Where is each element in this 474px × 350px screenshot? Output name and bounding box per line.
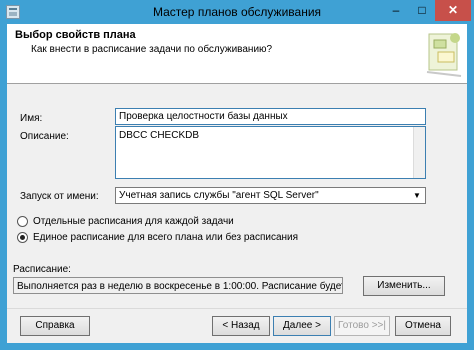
change-schedule-button[interactable]: Изменить...: [363, 276, 445, 296]
schedule-description: Выполняется раз в неделю в воскресенье в…: [13, 277, 343, 294]
close-button[interactable]: ✕: [435, 0, 471, 21]
radio-separate-schedules-label: Отдельные расписания для каждой задачи: [33, 216, 234, 227]
name-field[interactable]: Проверка целостности базы данных: [115, 108, 426, 125]
wizard-window: Мастер планов обслуживания – □ ✕ Выбор с…: [0, 0, 474, 350]
chevron-down-icon: ▼: [413, 191, 421, 200]
wizard-header: Выбор свойств плана Как внести в расписа…: [7, 24, 467, 84]
runas-select[interactable]: Учетная запись службы "агент SQL Server"…: [115, 187, 426, 204]
description-field[interactable]: DBCC CHECKDB: [115, 126, 426, 179]
dialog-body: Выбор свойств плана Как внести в расписа…: [7, 24, 467, 343]
description-text: DBCC CHECKDB: [119, 130, 200, 141]
description-scrollbar[interactable]: [413, 127, 425, 178]
footer-divider: [7, 308, 467, 309]
maximize-button[interactable]: □: [409, 0, 435, 21]
description-label: Описание:: [20, 131, 69, 142]
name-label: Имя:: [20, 113, 43, 124]
help-button[interactable]: Справка: [20, 316, 90, 336]
back-button[interactable]: < Назад: [212, 316, 270, 336]
wizard-graphic-icon: [426, 33, 462, 77]
title-bar[interactable]: Мастер планов обслуживания – □ ✕: [0, 0, 474, 24]
page-subtitle: Как внести в расписание задачи по обслуж…: [31, 44, 273, 55]
finish-button[interactable]: Готово >>|: [334, 316, 390, 336]
schedule-label: Расписание:: [13, 264, 71, 275]
radio-single-schedule-label: Единое расписание для всего плана или бе…: [33, 232, 299, 243]
runas-value: Учетная запись службы "агент SQL Server": [119, 190, 319, 201]
radio-single-schedule[interactable]: [17, 232, 28, 243]
cancel-button[interactable]: Отмена: [395, 316, 451, 336]
next-button[interactable]: Далее >: [273, 316, 331, 336]
runas-label: Запуск от имени:: [20, 191, 99, 202]
page-title: Выбор свойств плана: [15, 29, 136, 41]
radio-separate-schedules[interactable]: [17, 216, 28, 227]
minimize-button[interactable]: –: [383, 0, 409, 21]
